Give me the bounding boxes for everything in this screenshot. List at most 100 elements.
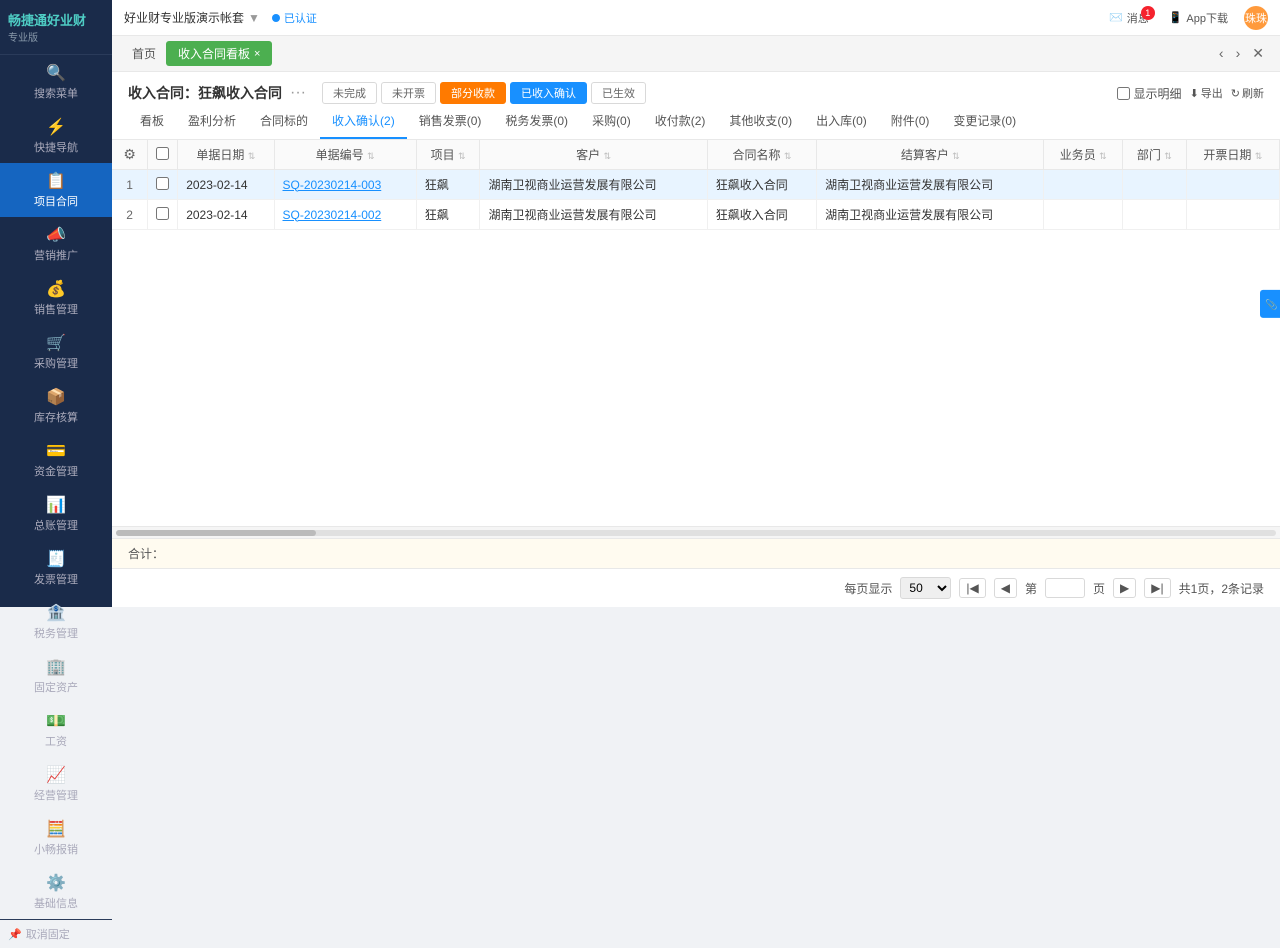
status-btn-已收入确认[interactable]: 已收入确认 [510, 82, 587, 104]
row-number[interactable]: SQ-20230214-003 [274, 170, 416, 200]
page-input[interactable]: 1 [1045, 578, 1085, 598]
row-number-link[interactable]: SQ-20230214-002 [283, 208, 382, 222]
sub-tab-其他收支(0)[interactable]: 其他收支(0) [717, 104, 804, 139]
detail-checkbox-input[interactable] [1117, 87, 1130, 100]
col-number-header: 单据编号 ⇅ [274, 140, 416, 170]
row-billing-customer: 湖南卫视商业运营发展有限公司 [817, 170, 1044, 200]
sub-tab-合同标的[interactable]: 合同标的 [248, 104, 320, 139]
sub-tab-收入确认(2)[interactable]: 收入确认(2) [320, 104, 407, 139]
sub-tab-变更记录(0)[interactable]: 变更记录(0) [941, 104, 1028, 139]
sort-invoice-date-icon[interactable]: ⇅ [1255, 151, 1263, 161]
sub-tab-看板[interactable]: 看板 [128, 104, 176, 139]
prev-page-btn[interactable]: ◀ [994, 578, 1017, 598]
sidebar-item-税务管理[interactable]: 🏦税务管理 [0, 595, 112, 649]
sidebar-item-快捷导航[interactable]: ⚡快捷导航 [0, 109, 112, 163]
col-setting: ⚙ [112, 140, 148, 170]
row-checkbox-cell[interactable] [148, 200, 178, 230]
status-btn-已生效[interactable]: 已生效 [591, 82, 646, 104]
sidebar-item-经营管理[interactable]: 📈经营管理 [0, 757, 112, 811]
tab-close-btn[interactable]: × [254, 48, 260, 60]
sidebar-item-搜索菜单[interactable]: 🔍搜索菜单 [0, 55, 112, 109]
nav-icon: 📦 [46, 387, 66, 407]
sidebar-item-基础信息[interactable]: ⚙️基础信息 [0, 865, 112, 919]
home-tab[interactable]: 首页 [124, 41, 164, 66]
status-btn-未开票[interactable]: 未开票 [381, 82, 436, 104]
sidebar-item-发票管理[interactable]: 🧾发票管理 [0, 541, 112, 595]
gear-icon[interactable]: ⚙ [123, 146, 136, 162]
nav-icon: 📋 [46, 171, 66, 191]
row-number[interactable]: SQ-20230214-002 [274, 200, 416, 230]
sidebar-item-小畅报销[interactable]: 🧮小畅报销 [0, 811, 112, 865]
tab-close-all-btn[interactable]: ✕ [1248, 43, 1268, 64]
sort-contract-icon[interactable]: ⇅ [784, 151, 792, 161]
sidebar-item-总账管理[interactable]: 📊总账管理 [0, 487, 112, 541]
sort-dept-icon[interactable]: ⇅ [1164, 151, 1172, 161]
more-options-btn[interactable]: ··· [290, 84, 306, 102]
tab-next-btn[interactable]: › [1232, 43, 1245, 64]
sub-tab-出入库(0)[interactable]: 出入库(0) [804, 104, 879, 139]
sort-billing-icon[interactable]: ⇅ [952, 151, 960, 161]
sidebar-item-项目合同[interactable]: 📋项目合同 [0, 163, 112, 217]
sidebar-item-资金管理[interactable]: 💳资金管理 [0, 433, 112, 487]
sidebar-item-销售管理[interactable]: 💰销售管理 [0, 271, 112, 325]
horizontal-scrollbar[interactable] [112, 526, 1280, 538]
status-btn-部分收款[interactable]: 部分收款 [440, 82, 506, 104]
active-tab[interactable]: 收入合同看板 × [166, 41, 272, 66]
export-btn[interactable]: ⬇ 导出 [1190, 85, 1223, 101]
table-wrapper[interactable]: ⚙ 单据日期 ⇅ 单据编号 ⇅ 项目 ⇅ 客户 ⇅ 合同名称 ⇅ 结算客户 ⇅ … [112, 140, 1280, 526]
next-page-btn[interactable]: ▶ [1113, 578, 1136, 598]
nav-icon: 💰 [46, 279, 66, 299]
sidebar-item-工资[interactable]: 💵工资 [0, 703, 112, 757]
last-page-btn[interactable]: ▶| [1144, 578, 1170, 598]
table-row[interactable]: 1 2023-02-14 SQ-20230214-003 狂飙 湖南卫视商业运营… [112, 170, 1280, 200]
message-badge: 1 [1141, 6, 1155, 20]
sub-tab-收付款(2)[interactable]: 收付款(2) [643, 104, 718, 139]
row-checkbox-cell[interactable] [148, 170, 178, 200]
per-page-select[interactable]: 50 100 200 [900, 577, 951, 599]
row-billing-customer: 湖南卫视商业运营发展有限公司 [817, 200, 1044, 230]
first-page-btn[interactable]: |◀ [959, 578, 985, 598]
sidebar-item-label: 税务管理 [34, 625, 78, 641]
row-checkbox[interactable] [156, 207, 169, 220]
sort-number-icon[interactable]: ⇅ [367, 151, 375, 161]
show-detail-checkbox[interactable]: 显示明细 [1117, 85, 1182, 102]
company-selector[interactable]: 好业财专业版演示帐套 ▼ [124, 9, 272, 26]
col-checkbox [148, 140, 178, 170]
user-avatar[interactable]: 珠珠 [1244, 6, 1268, 30]
nav-icon: 🔍 [46, 63, 66, 83]
row-number-link[interactable]: SQ-20230214-003 [283, 178, 382, 192]
app-download-btn[interactable]: 📱 App下载 [1165, 10, 1228, 26]
refresh-btn[interactable]: ↻ 刷新 [1231, 85, 1264, 101]
row-checkbox[interactable] [156, 177, 169, 190]
message-icon: ✉️ [1109, 11, 1123, 24]
sort-salesperson-icon[interactable]: ⇅ [1099, 151, 1107, 161]
sub-tab-附件(0)[interactable]: 附件(0) [879, 104, 942, 139]
sub-tab-销售发票(0)[interactable]: 销售发票(0) [407, 104, 494, 139]
sidebar-item-固定资产[interactable]: 🏢固定资产 [0, 649, 112, 703]
status-btn-未完成[interactable]: 未完成 [322, 82, 377, 104]
select-all-checkbox[interactable] [156, 147, 169, 160]
nav-icon: 💳 [46, 441, 66, 461]
sub-tab-税务发票(0)[interactable]: 税务发票(0) [493, 104, 580, 139]
sub-tab-盈利分析[interactable]: 盈利分析 [176, 104, 248, 139]
table-row[interactable]: 2 2023-02-14 SQ-20230214-002 狂飙 湖南卫视商业运营… [112, 200, 1280, 230]
tab-nav-right: ‹ › ✕ [1215, 43, 1268, 64]
tab-prev-btn[interactable]: ‹ [1215, 43, 1228, 64]
sort-customer-icon[interactable]: ⇅ [604, 151, 612, 161]
scroll-thumb[interactable] [116, 530, 316, 536]
row-invoice-date [1186, 170, 1279, 200]
sidebar-item-采购管理[interactable]: 🛒采购管理 [0, 325, 112, 379]
right-float-btn[interactable]: 📎 [1260, 289, 1280, 317]
sort-project-icon[interactable]: ⇅ [458, 151, 466, 161]
message-btn[interactable]: ✉️ 1 消息 [1105, 10, 1149, 26]
col-project-header: 项目 ⇅ [416, 140, 480, 170]
sidebar-item-label: 采购管理 [34, 355, 78, 371]
row-department [1122, 200, 1186, 230]
topbar-right: ✉️ 1 消息 📱 App下载 珠珠 [1105, 6, 1268, 30]
sidebar-item-营销推广[interactable]: 📣营销推广 [0, 217, 112, 271]
sort-date-icon[interactable]: ⇅ [248, 151, 256, 161]
pin-icon: 📌 [8, 928, 22, 941]
sidebar-bottom-btn[interactable]: 📌 取消固定 [0, 919, 112, 948]
sub-tab-采购(0)[interactable]: 采购(0) [580, 104, 643, 139]
sidebar-item-库存核算[interactable]: 📦库存核算 [0, 379, 112, 433]
